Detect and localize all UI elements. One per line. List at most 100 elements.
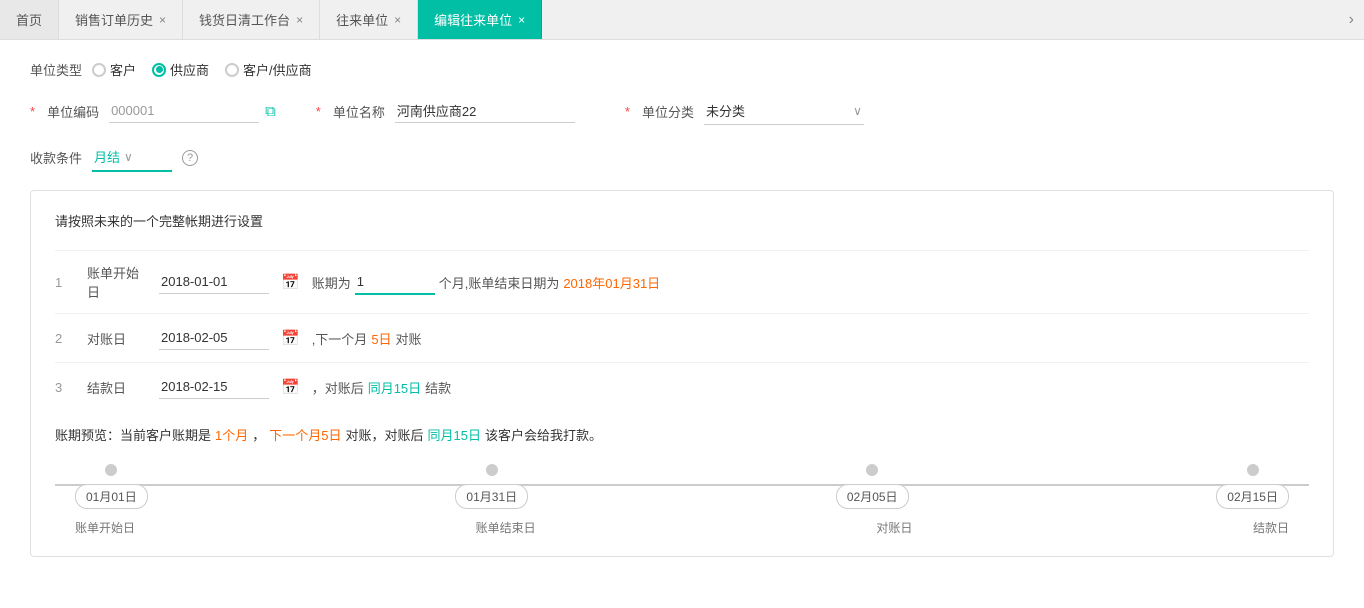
timeline-nodes: 01月01日 01月31日 02月05日 02月15日 [75,464,1289,509]
row-1-desc: 账期为 个月,账单结束日期为 2018年01月31日 [312,270,660,295]
tab-label-sales-history: 销售订单历史 [75,10,153,29]
row-3-day-highlight: 同月15日 [368,378,421,397]
period-end-date-highlight: 2018年01月31日 [563,273,660,292]
main-content: 单位类型 客户 供应商 客户/供应商 * 单位编码 ⧉ * 单位名称 * 单位分… [0,40,1364,608]
radio-label-supplier: 供应商 [170,60,209,79]
receipt-condition-value: 月结 [94,147,120,166]
start-date-input[interactable] [159,270,269,294]
row-num-2: 2 [55,331,75,346]
tab-label-edit-partner: 编辑往来单位 [434,10,512,29]
row-3-prefix: ，对账后 [312,378,364,397]
timeline-node-label-1: 账单结束日 [476,519,536,536]
code-name-category-row: * 单位编码 ⧉ * 单位名称 * 单位分类 未分类 ∨ [30,97,1334,125]
radio-circle-supplier [152,63,166,77]
reconcile-date-input[interactable] [159,326,269,350]
node-dot-1 [486,464,498,476]
timeline-node-label-3: 结款日 [1253,519,1289,536]
radio-both[interactable]: 客户/供应商 [225,60,312,79]
unit-code-field-group: ⧉ [109,99,276,123]
timeline-node-1: 01月31日 [455,464,528,509]
setting-row-2: 2 对账日 📅 ,下一个月5日 对账 [55,313,1309,362]
node-pill-1: 01月31日 [455,484,528,509]
tab-cash-ledger[interactable]: 钱货日清工作台 × [183,0,320,39]
tab-close-edit-partner[interactable]: × [518,13,525,27]
receipt-condition-row: 收款条件 月结 ∨ ? [30,143,1334,172]
unit-category-label: 单位分类 [642,102,694,121]
payment-date-input[interactable] [159,375,269,399]
row-3-desc: ，对账后同月15日 结款 [312,378,452,397]
payment-date-calendar-icon[interactable]: 📅 [281,378,300,396]
radio-circle-both [225,63,239,77]
required-star-code: * [30,104,35,119]
required-star-name: * [316,104,321,119]
unit-type-label: 单位类型 [30,60,82,79]
timeline-node-label-2: 对账日 [876,519,912,536]
radio-group-unit-type: 客户 供应商 客户/供应商 [92,60,312,79]
unit-category-select[interactable]: 未分类 ∨ [704,97,904,125]
preview-text: 账期预览：当前客户账期是 1个月 ， 下一个月5日 对账，对账后 同月15日 该… [55,411,1309,464]
preview-label: 账期预览：当前客户账期是 [55,425,211,444]
row-2-day-highlight: 5日 [371,329,391,348]
preview-1m: 1个月 [215,425,248,444]
preview-same15: 同月15日 [428,425,481,444]
panel-instruction: 请按照未来的一个完整帐期进行设置 [55,211,1309,230]
tab-more[interactable]: › [1339,0,1364,39]
receipt-dropdown-arrow-icon: ∨ [124,150,133,164]
unit-category-value: 未分类 [706,101,745,120]
period-panel: 请按照未来的一个完整帐期进行设置 1 账单开始日 📅 账期为 个月,账单结束日期… [30,190,1334,557]
preview-p3: 该客户会给我打款。 [485,425,602,444]
preview-next5: 下一个月5日 [269,425,341,444]
radio-label-both: 客户/供应商 [243,60,312,79]
tab-label-cash-ledger: 钱货日清工作台 [199,10,290,29]
setting-row-1: 1 账单开始日 📅 账期为 个月,账单结束日期为 2018年01月31日 [55,250,1309,313]
row-3-suffix: 结款 [425,378,451,397]
category-dropdown-arrow-icon: ∨ [853,104,862,118]
unit-code-input[interactable] [109,99,259,123]
timeline-labels: 账单开始日 账单结束日 对账日 结款日 [55,515,1309,536]
receipt-condition-label: 收款条件 [30,148,82,167]
tab-edit-partner[interactable]: 编辑往来单位 × [418,0,542,39]
timeline-node-2: 02月05日 [836,464,909,509]
row-type-2: 对账日 [87,329,147,348]
timeline-node-3: 02月15日 [1216,464,1289,509]
tab-partner-units[interactable]: 往来单位 × [320,0,418,39]
row-type-1: 账单开始日 [87,263,147,301]
row-type-3: 结款日 [87,378,147,397]
unit-name-input[interactable] [395,99,575,123]
timeline: 01月01日 01月31日 02月05日 02月15日 [55,464,1309,509]
radio-supplier[interactable]: 供应商 [152,60,209,79]
tab-label-partner-units: 往来单位 [336,10,388,29]
row-2-prefix: ,下一个月 [312,329,368,348]
node-dot-3 [1247,464,1259,476]
tab-home[interactable]: 首页 [0,0,59,39]
receipt-help-icon[interactable]: ? [182,150,198,166]
tab-close-partner-units[interactable]: × [394,13,401,27]
radio-customer[interactable]: 客户 [92,60,136,79]
timeline-node-0: 01月01日 [75,464,148,509]
receipt-condition-select[interactable]: 月结 ∨ [92,143,172,172]
unit-code-label: 单位编码 [47,102,99,121]
setting-row-3: 3 结款日 📅 ，对账后同月15日 结款 [55,362,1309,411]
required-star-category: * [625,104,630,119]
period-months-input[interactable] [355,270,435,295]
tab-close-sales-history[interactable]: × [159,13,166,27]
timeline-node-label-0: 账单开始日 [75,519,135,536]
node-pill-2: 02月05日 [836,484,909,509]
node-dot-0 [105,464,117,476]
tab-close-cash-ledger[interactable]: × [296,13,303,27]
row-1-desc-mid: 个月,账单结束日期为 [439,273,560,292]
node-pill-0: 01月01日 [75,484,148,509]
start-date-calendar-icon[interactable]: 📅 [281,273,300,291]
row-2-desc: ,下一个月5日 对账 [312,329,422,348]
unit-name-label: 单位名称 [333,102,385,121]
preview-p1: ， [252,425,265,444]
row-num-1: 1 [55,275,75,290]
radio-label-customer: 客户 [110,60,136,79]
row-2-suffix: 对账 [396,329,422,348]
node-pill-3: 02月15日 [1216,484,1289,509]
tab-bar: 首页销售订单历史 × 钱货日清工作台 × 往来单位 × 编辑往来单位 × › [0,0,1364,40]
tab-sales-history[interactable]: 销售订单历史 × [59,0,183,39]
reconcile-date-calendar-icon[interactable]: 📅 [281,329,300,347]
copy-icon[interactable]: ⧉ [265,103,276,120]
node-dot-2 [866,464,878,476]
